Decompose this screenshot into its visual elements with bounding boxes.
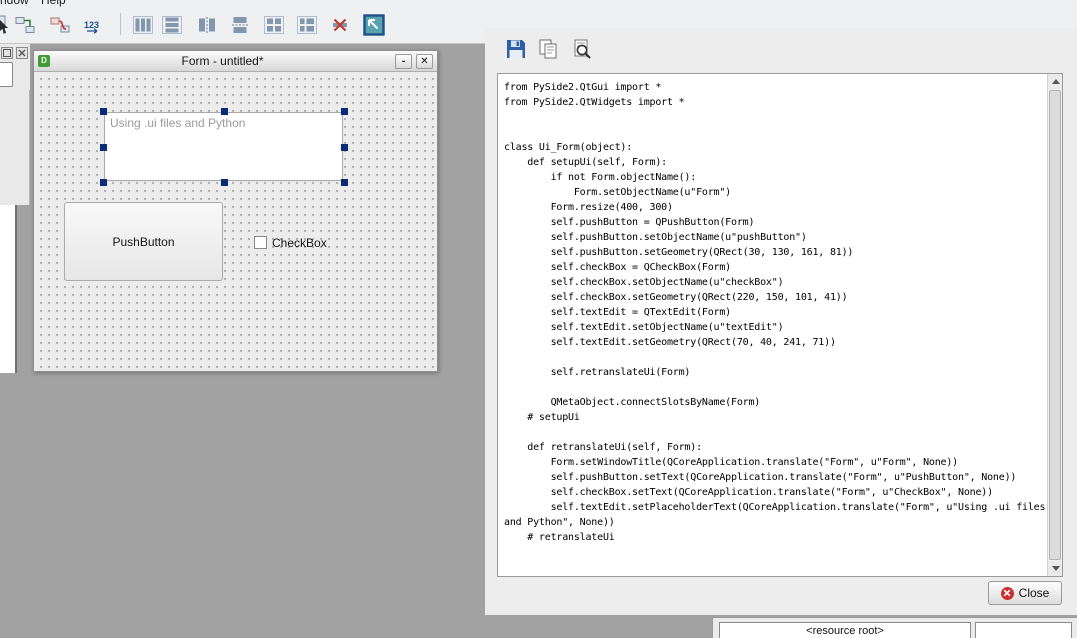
resource-column-box[interactable]	[975, 622, 1072, 638]
splitter-vertical-icon[interactable]	[227, 12, 253, 38]
checkbox-box-icon[interactable]	[254, 236, 267, 249]
menu-window[interactable]: Window	[0, 0, 29, 7]
scroll-up-icon[interactable]	[1048, 74, 1063, 89]
layout-horizontal-icon[interactable]	[130, 12, 156, 38]
splitter-horizontal-icon[interactable]	[194, 12, 220, 38]
dialog-close-button[interactable]: Close	[988, 581, 1062, 605]
dock-close-icon[interactable]	[16, 47, 28, 59]
pushbutton-widget[interactable]: PushButton	[64, 202, 223, 281]
resource-root-label: <resource root>	[806, 625, 884, 637]
pushbutton-label: PushButton	[112, 235, 174, 249]
textedit-widget[interactable]: Using .ui files and Python	[104, 112, 343, 181]
close-circle-icon	[1001, 587, 1014, 600]
svg-text:123: 123	[84, 20, 99, 30]
widgetbox-filter-input[interactable]	[0, 62, 13, 87]
form-window-titlebar[interactable]: D Form - untitled* - ✕	[34, 51, 437, 72]
selection-handle-se[interactable]	[341, 179, 348, 186]
edit-tab-order-icon[interactable]: 123	[80, 12, 106, 38]
form-window-title: Form - untitled*	[54, 54, 391, 68]
widgetbox-panel	[0, 90, 30, 205]
designer-form-icon: D	[38, 55, 50, 67]
close-button-label: Close	[1019, 586, 1050, 600]
selection-handle-e[interactable]	[341, 144, 348, 151]
menu-help[interactable]: Help	[41, 0, 66, 7]
copy-icon[interactable]	[535, 36, 561, 62]
form-canvas[interactable]: Using .ui files and Python PushButton Ch…	[34, 72, 437, 371]
selection-handle-sw[interactable]	[100, 179, 107, 186]
selection-handle-s[interactable]	[221, 179, 228, 186]
cursor-icon	[0, 15, 12, 35]
selection-handle-n[interactable]	[221, 108, 228, 115]
dock-float-icon[interactable]	[1, 47, 13, 59]
python-code[interactable]: from PySide2.QtGui import * from PySide2…	[498, 74, 1062, 549]
close-button[interactable]: ✕	[416, 54, 433, 69]
form-window: D Form - untitled* - ✕ Using .ui files a…	[33, 50, 438, 372]
selection-handle-nw[interactable]	[100, 108, 107, 115]
layout-grid-icon[interactable]	[261, 12, 287, 38]
toolbar-separator	[120, 13, 121, 35]
scrollbar-thumb[interactable]	[1049, 90, 1061, 560]
minimize-button[interactable]: -	[395, 54, 412, 69]
find-icon[interactable]	[569, 36, 595, 62]
layout-form-icon[interactable]	[294, 12, 320, 38]
resource-root-item[interactable]: <resource root>	[719, 622, 971, 638]
vertical-scrollbar[interactable]	[1047, 74, 1062, 576]
edit-buddies-icon[interactable]	[47, 12, 73, 38]
widgetbox-list[interactable]	[0, 205, 17, 373]
selection-handle-w[interactable]	[100, 144, 107, 151]
checkbox-widget[interactable]: CheckBox	[254, 222, 355, 263]
save-icon[interactable]	[503, 36, 529, 62]
edit-signals-slots-icon[interactable]	[12, 12, 38, 38]
scroll-down-icon[interactable]	[1048, 561, 1063, 576]
checkbox-label: CheckBox	[272, 236, 327, 250]
adjust-size-icon[interactable]	[361, 12, 387, 38]
qt-designer-app: Window Help 123	[0, 0, 1077, 638]
resource-browser-fragment: <resource root>	[712, 617, 1077, 638]
code-view[interactable]: from PySide2.QtGui import * from PySide2…	[497, 73, 1063, 577]
layout-vertical-icon[interactable]	[159, 12, 185, 38]
break-layout-icon[interactable]	[327, 12, 353, 38]
selection-handle-ne[interactable]	[341, 108, 348, 115]
view-code-dialog: from PySide2.QtGui import * from PySide2…	[485, 28, 1077, 615]
